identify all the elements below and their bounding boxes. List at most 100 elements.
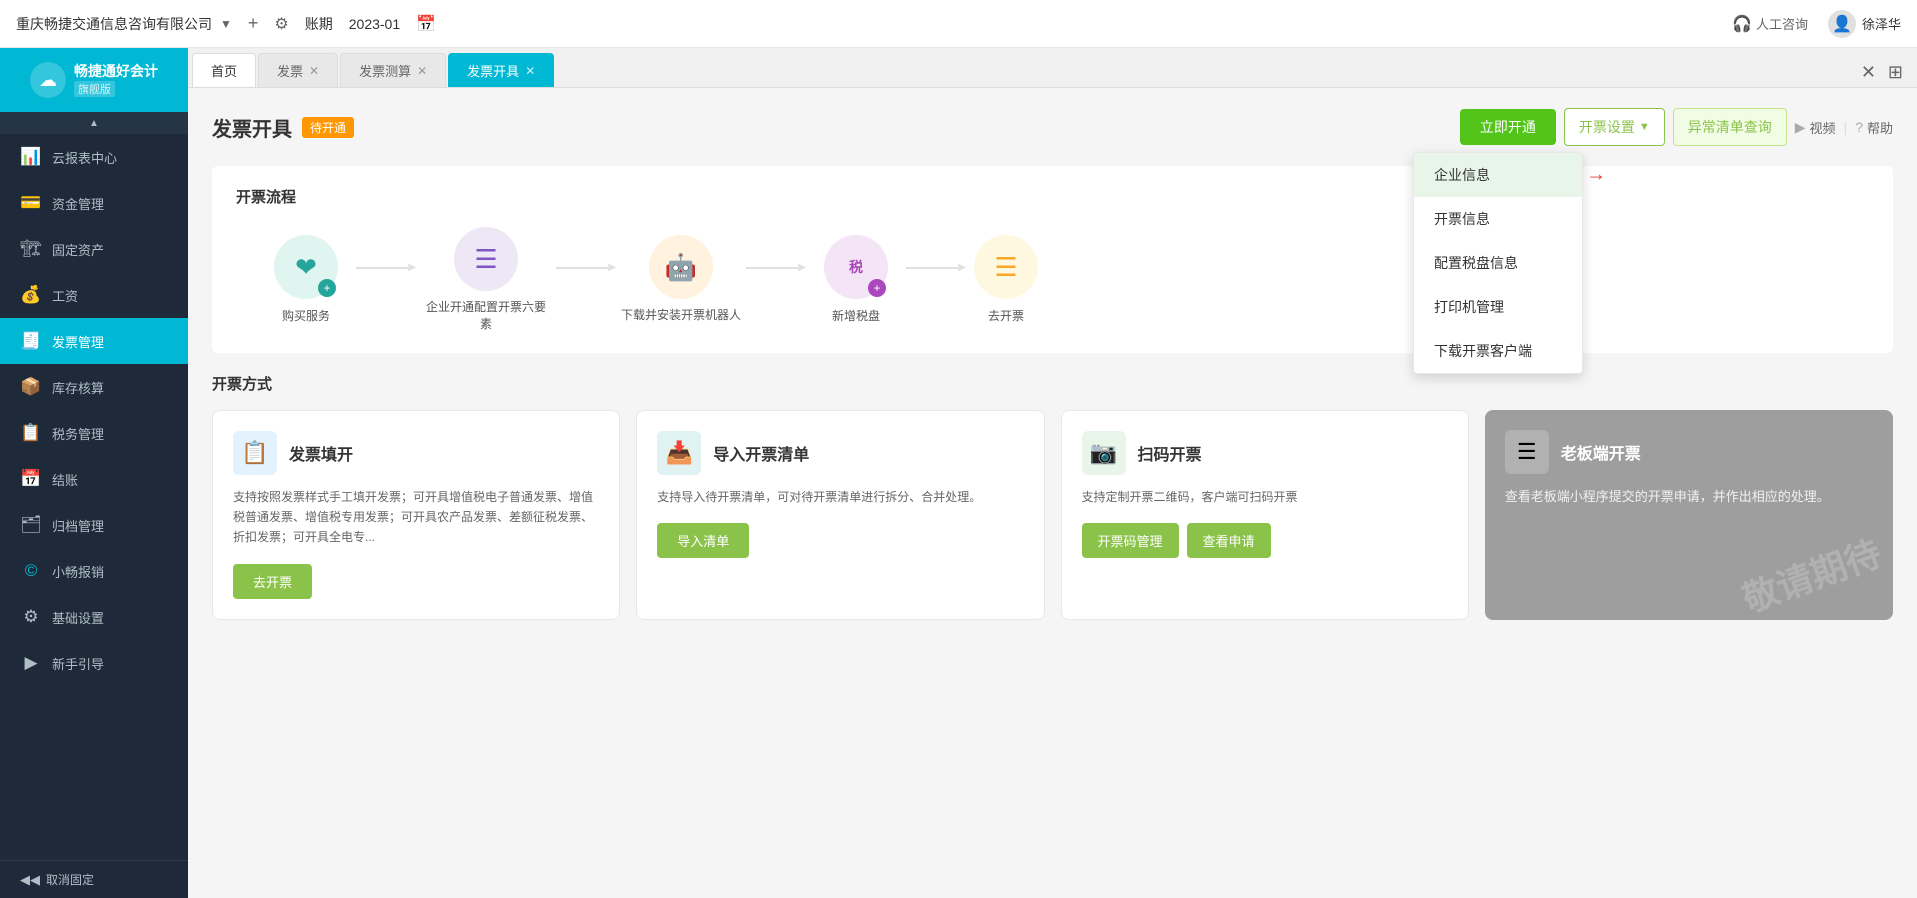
user-profile-btn[interactable]: 👤 徐泽华 — [1828, 10, 1901, 38]
sidebar-item-fapiao[interactable]: 🧾 发票管理 — [0, 318, 188, 364]
close-tab-fapiao-icon[interactable]: ✕ — [309, 64, 319, 78]
add-icon[interactable]: + — [248, 13, 259, 34]
sidebar-item-shuiwu[interactable]: 📋 税务管理 — [0, 410, 188, 456]
flow-steps: ❤ + 购买服务 ▶ ☰ 企业开 — [236, 227, 1869, 333]
period-label: 账期 — [305, 14, 333, 34]
consult-label: 人工咨询 — [1756, 14, 1808, 33]
help-btn[interactable]: ? 帮助 — [1855, 118, 1893, 137]
logo-icon: ☁ — [30, 62, 66, 98]
settings-btn-label: 开票设置 — [1579, 117, 1635, 137]
gear-icon: ⚙ — [20, 607, 42, 627]
tab-fapiaocesuan[interactable]: 发票测算 ✕ — [340, 53, 446, 87]
sidebar-label-jiezhang: 结账 — [52, 470, 78, 489]
fill-method-btn[interactable]: 去开票 — [233, 564, 312, 599]
sidebar-item-jiezhang[interactable]: 📅 结账 — [0, 456, 188, 502]
abnormal-list-btn[interactable]: 异常清单查询 — [1673, 108, 1787, 146]
sidebar-item-gongzi[interactable]: 💰 工资 — [0, 272, 188, 318]
sidebar-item-kucun[interactable]: 📦 库存核算 — [0, 364, 188, 410]
close-tab-kaiju-icon[interactable]: ✕ — [525, 64, 535, 78]
calendar2-icon: 📅 — [20, 469, 42, 489]
settings-icon[interactable]: ⚙ — [274, 14, 288, 34]
dropdown-item-company-info[interactable]: 企业信息 → — [1414, 153, 1582, 197]
chart-icon: 📊 — [20, 147, 42, 167]
method-fill-title: 发票填开 — [289, 441, 353, 465]
activate-btn[interactable]: 立即开通 — [1460, 109, 1556, 145]
scroll-up-btn[interactable]: ▲ — [0, 112, 188, 134]
flow-connector-2: ▶ — [556, 262, 616, 273]
cancel-pin-btn[interactable]: ◀◀ 取消固定 — [0, 860, 188, 898]
maximize-btn[interactable]: ⊞ — [1884, 58, 1907, 87]
sidebar-item-xinshou[interactable]: ▶ 新手引导 — [0, 640, 188, 686]
sidebar-label-kucun: 库存核算 — [52, 378, 104, 397]
sidebar-item-guidang[interactable]: 🗂 归档管理 — [0, 502, 188, 548]
company-selector[interactable]: 重庆畅捷交通信息咨询有限公司 ▼ — [16, 14, 232, 34]
method-card-import: 📥 导入开票清单 支持导入待开票清单，可对待开票清单进行拆分、合并处理。 导入清… — [636, 410, 1044, 620]
fill-method-icon: 📋 — [233, 431, 277, 475]
sidebar-label-xinshou: 新手引导 — [52, 654, 104, 673]
flow-icon-4: 税 + — [824, 235, 888, 299]
flow-title: 开票流程 — [236, 186, 1869, 207]
close-tab-cesuan-icon[interactable]: ✕ — [417, 64, 427, 78]
flow-step-4: 税 + 新增税盘 — [806, 235, 906, 324]
method-card-boss-header: ☰ 老板端开票 — [1505, 430, 1873, 474]
dropdown-item-printer[interactable]: 打印机管理 — [1414, 285, 1582, 329]
box-icon: 📦 — [20, 377, 42, 397]
sidebar-item-zijin[interactable]: 💳 资金管理 — [0, 180, 188, 226]
method-card-boss: ☰ 老板端开票 查看老板端小程序提交的开票申请，并作出相应的处理。 敬请期待 — [1485, 410, 1893, 620]
help-icon: ? — [1855, 119, 1863, 135]
dropdown-printer-label: 打印机管理 — [1434, 299, 1504, 315]
logo-text-area: 畅捷通好会计 旗舰版 — [74, 63, 158, 97]
flow-icon-5: ☰ — [974, 235, 1038, 299]
chevron-down2-icon: ▼ — [1639, 121, 1650, 133]
user-avatar-icon: 👤 — [1828, 10, 1856, 38]
import-method-btn[interactable]: 导入清单 — [657, 523, 749, 558]
method-import-desc: 支持导入待开票清单，可对待开票清单进行拆分、合并处理。 — [657, 487, 1023, 507]
scan-method-btn1[interactable]: 开票码管理 — [1082, 523, 1179, 558]
close-window-btn[interactable]: ✕ — [1857, 58, 1880, 87]
receipt-icon: 🧾 — [20, 331, 42, 351]
period-value: 2023-01 — [349, 16, 400, 32]
method-card-scan-header: 📷 扫码开票 — [1082, 431, 1448, 475]
dropdown-item-ticket-info[interactable]: 开票信息 — [1414, 197, 1582, 241]
sidebar-item-xiaochang[interactable]: © 小畅报销 — [0, 548, 188, 594]
flow-section: 开票流程 ❤ + 购买服务 ▶ — [212, 166, 1893, 353]
pin-icon: ◀◀ — [20, 872, 40, 888]
status-badge: 待开通 — [302, 117, 354, 138]
sidebar-items: 📊 云报表中心 💳 资金管理 🏗 固定资产 💰 工资 🧾 发票管理 📦 — [0, 134, 188, 860]
sidebar-item-jichushezhi[interactable]: ⚙ 基础设置 — [0, 594, 188, 640]
flow-step-3: 🤖 下载并安装开票机器人 — [616, 235, 746, 324]
tab-fapiao-label: 发票 — [277, 61, 303, 80]
method-scan-title: 扫码开票 — [1138, 441, 1202, 465]
dropdown-item-tax-info[interactable]: 配置税盘信息 — [1414, 241, 1582, 285]
method-card-import-header: 📥 导入开票清单 — [657, 431, 1023, 475]
red-arrow-icon: → — [1586, 164, 1606, 187]
sidebar-item-yunbao[interactable]: 📊 云报表中心 — [0, 134, 188, 180]
calendar-icon[interactable]: 📅 — [416, 14, 436, 34]
flow-step-1: ❤ + 购买服务 — [256, 235, 356, 324]
dropdown-download-label: 下载开票客户端 — [1434, 343, 1532, 359]
tab-home[interactable]: 首页 — [192, 53, 256, 87]
tab-fapiao[interactable]: 发票 ✕ — [258, 53, 338, 87]
flow-icon-3: 🤖 — [649, 235, 713, 299]
video-btn[interactable]: ▶ 视频 — [1795, 118, 1836, 137]
tab-fapiaocesuan-label: 发票测算 — [359, 61, 411, 80]
dropdown-item-download[interactable]: 下载开票客户端 — [1414, 329, 1582, 373]
flow-connector-3: ▶ — [746, 262, 806, 273]
method-scan-desc: 支持定制开票二维码，客户端可扫码开票 — [1082, 487, 1448, 507]
dropdown-ticket-info-label: 开票信息 — [1434, 211, 1490, 227]
help-label: 帮助 — [1867, 118, 1893, 137]
company-name: 重庆畅捷交通信息咨询有限公司 — [16, 14, 212, 34]
page-actions: 立即开通 开票设置 ▼ 异常清单查询 ▶ 视频 | ? 帮助 — [1460, 108, 1893, 146]
sidebar-label-xiaochang: 小畅报销 — [52, 562, 104, 581]
settings-dropdown-btn[interactable]: 开票设置 ▼ — [1564, 108, 1665, 146]
sidebar-item-gudingzichan[interactable]: 🏗 固定资产 — [0, 226, 188, 272]
refresh-icon: © — [20, 561, 42, 581]
sidebar-label-yunbao: 云报表中心 — [52, 148, 117, 167]
wallet-icon: 💳 — [20, 193, 42, 213]
human-consult-btn[interactable]: 🎧 人工咨询 — [1732, 14, 1808, 34]
tab-fapiaokaiju[interactable]: 发票开具 ✕ — [448, 53, 554, 87]
settings-dropdown-menu: 企业信息 → 开票信息 配置税盘信息 打印机管理 — [1413, 152, 1583, 374]
scan-method-btn2[interactable]: 查看申请 — [1187, 523, 1271, 558]
flow-label-2: 企业开通配置开票六要素 — [421, 299, 551, 333]
flow-connector-4: ▶ — [906, 262, 966, 273]
